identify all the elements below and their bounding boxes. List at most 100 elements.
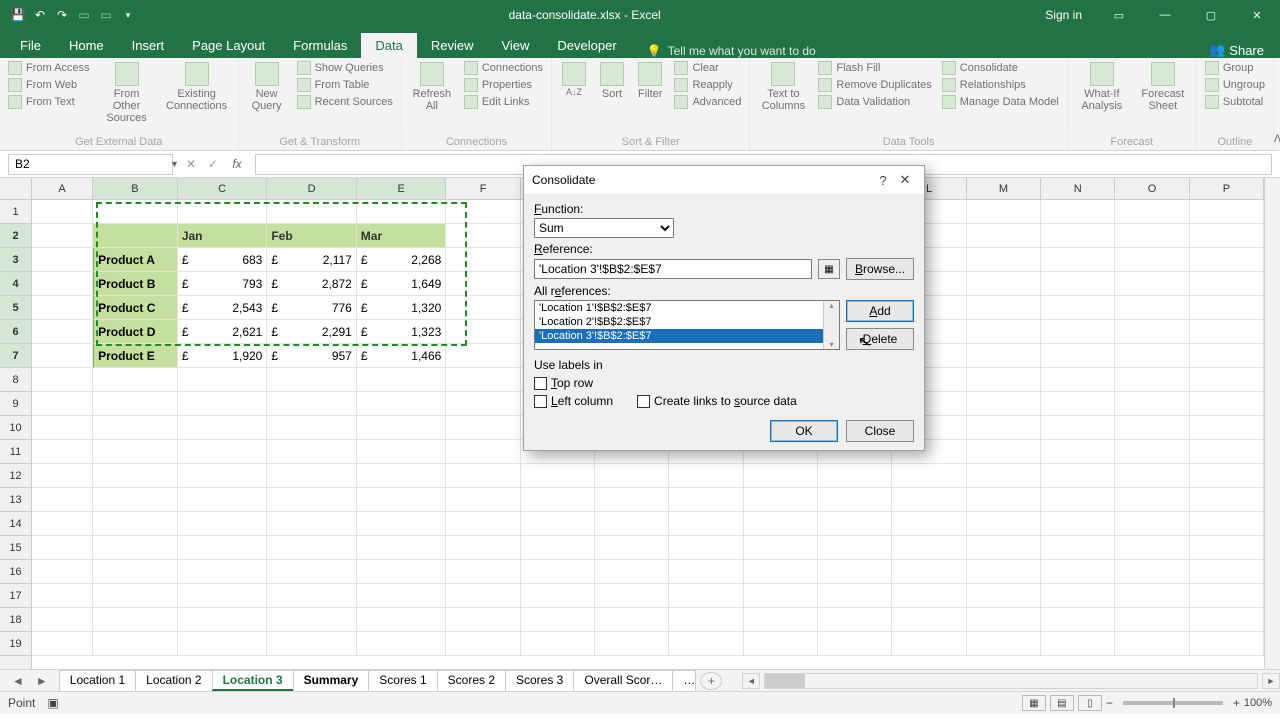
cell[interactable]	[93, 440, 178, 464]
cell[interactable]	[32, 368, 93, 392]
row-header-16[interactable]: 16	[0, 560, 31, 584]
sheet-tab[interactable]: Location 1	[59, 670, 136, 691]
zoom-in-icon[interactable]: +	[1233, 696, 1240, 710]
references-listbox[interactable]: 'Location 1'!$B$2:$E$7'Location 2'!$B$2:…	[534, 300, 840, 350]
cell[interactable]	[1041, 200, 1115, 224]
cell[interactable]	[178, 368, 267, 392]
connections-button[interactable]: Connections	[460, 60, 547, 76]
tell-me-search[interactable]: 💡 Tell me what you want to do	[639, 44, 824, 58]
cell[interactable]	[1190, 488, 1264, 512]
cell[interactable]	[446, 392, 520, 416]
cell[interactable]	[892, 584, 966, 608]
column-header-F[interactable]: F	[446, 178, 520, 199]
new-sheet-button[interactable]: +	[700, 672, 722, 690]
cell[interactable]: Feb	[267, 224, 356, 248]
cell[interactable]	[521, 560, 595, 584]
zoom-out-icon[interactable]: −	[1106, 696, 1113, 710]
normal-view-icon[interactable]: ▦	[1022, 695, 1046, 711]
enter-icon[interactable]: ✓	[203, 154, 223, 174]
cell[interactable]: Product B	[93, 272, 178, 296]
tab-formulas[interactable]: Formulas	[279, 33, 361, 58]
save-icon[interactable]: 💾	[8, 5, 28, 25]
cell[interactable]	[446, 200, 520, 224]
cell[interactable]	[818, 632, 892, 656]
cell[interactable]	[967, 416, 1041, 440]
cell[interactable]	[32, 392, 93, 416]
cell[interactable]	[595, 536, 669, 560]
close-button[interactable]: Close	[846, 420, 914, 442]
next-sheet-icon[interactable]: ►	[36, 674, 48, 688]
cell[interactable]	[93, 584, 178, 608]
cell[interactable]	[446, 488, 520, 512]
row-header-5[interactable]: 5	[0, 296, 31, 320]
cell[interactable]	[357, 584, 446, 608]
cell[interactable]	[1041, 296, 1115, 320]
row-header-18[interactable]: 18	[0, 608, 31, 632]
cell[interactable]	[744, 560, 818, 584]
cell[interactable]	[1041, 344, 1115, 368]
cell[interactable]	[892, 536, 966, 560]
cell[interactable]	[744, 536, 818, 560]
cell[interactable]: £2,117	[267, 248, 356, 272]
hscroll-right-icon[interactable]: ►	[1262, 673, 1280, 689]
cell[interactable]	[967, 272, 1041, 296]
cell[interactable]	[357, 512, 446, 536]
select-all-corner[interactable]	[0, 178, 31, 200]
sheet-tab[interactable]: Summary	[293, 670, 370, 691]
sheet-tab[interactable]: Overall Scor…	[573, 670, 673, 691]
sort-button[interactable]: Sort	[594, 60, 630, 102]
cell[interactable]	[32, 200, 93, 224]
subtotal-button[interactable]: Subtotal	[1201, 94, 1269, 110]
cell[interactable]	[967, 248, 1041, 272]
cell[interactable]	[521, 608, 595, 632]
sheet-tab[interactable]: Scores 2	[437, 670, 506, 691]
cell[interactable]	[446, 512, 520, 536]
cell[interactable]	[446, 320, 520, 344]
cell[interactable]	[32, 440, 93, 464]
cell[interactable]	[744, 488, 818, 512]
cell[interactable]	[178, 536, 267, 560]
cell[interactable]	[267, 536, 356, 560]
cell[interactable]	[93, 560, 178, 584]
cell[interactable]	[1115, 464, 1189, 488]
minimize-icon[interactable]: —	[1142, 0, 1188, 30]
cancel-icon[interactable]: ✕	[181, 154, 201, 174]
cell[interactable]	[357, 200, 446, 224]
cell[interactable]	[1190, 296, 1264, 320]
cell[interactable]	[1190, 272, 1264, 296]
range-selector-icon[interactable]: ▦	[818, 259, 840, 279]
cell[interactable]	[744, 464, 818, 488]
cell[interactable]	[267, 512, 356, 536]
cell[interactable]	[178, 488, 267, 512]
undo-icon[interactable]: ↶	[30, 5, 50, 25]
cell[interactable]	[744, 584, 818, 608]
cell[interactable]: £2,872	[267, 272, 356, 296]
sheet-nav[interactable]: ◄►	[0, 674, 60, 688]
cell[interactable]	[178, 512, 267, 536]
cell[interactable]	[1041, 632, 1115, 656]
tab-page-layout[interactable]: Page Layout	[178, 33, 279, 58]
cell[interactable]	[1041, 416, 1115, 440]
cell[interactable]	[357, 416, 446, 440]
sign-in-link[interactable]: Sign in	[1031, 8, 1096, 22]
add-button[interactable]: Add	[846, 300, 914, 322]
name-box-dropdown-icon[interactable]: ▼	[170, 159, 179, 169]
cell[interactable]	[669, 584, 743, 608]
column-header-C[interactable]: C	[178, 178, 268, 199]
cell[interactable]	[669, 488, 743, 512]
column-header-N[interactable]: N	[1041, 178, 1115, 199]
cell[interactable]	[1041, 560, 1115, 584]
cell[interactable]	[1115, 320, 1189, 344]
cell[interactable]: £776	[267, 296, 356, 320]
cell[interactable]	[1190, 512, 1264, 536]
cell[interactable]	[1041, 440, 1115, 464]
cell[interactable]	[595, 560, 669, 584]
cell[interactable]: £1,323	[357, 320, 446, 344]
cell[interactable]	[818, 536, 892, 560]
cell[interactable]	[1041, 464, 1115, 488]
cell[interactable]	[1041, 584, 1115, 608]
qat-customize-icon[interactable]: ▾	[118, 5, 138, 25]
cell[interactable]	[892, 512, 966, 536]
cell[interactable]	[446, 368, 520, 392]
cell[interactable]	[1041, 272, 1115, 296]
